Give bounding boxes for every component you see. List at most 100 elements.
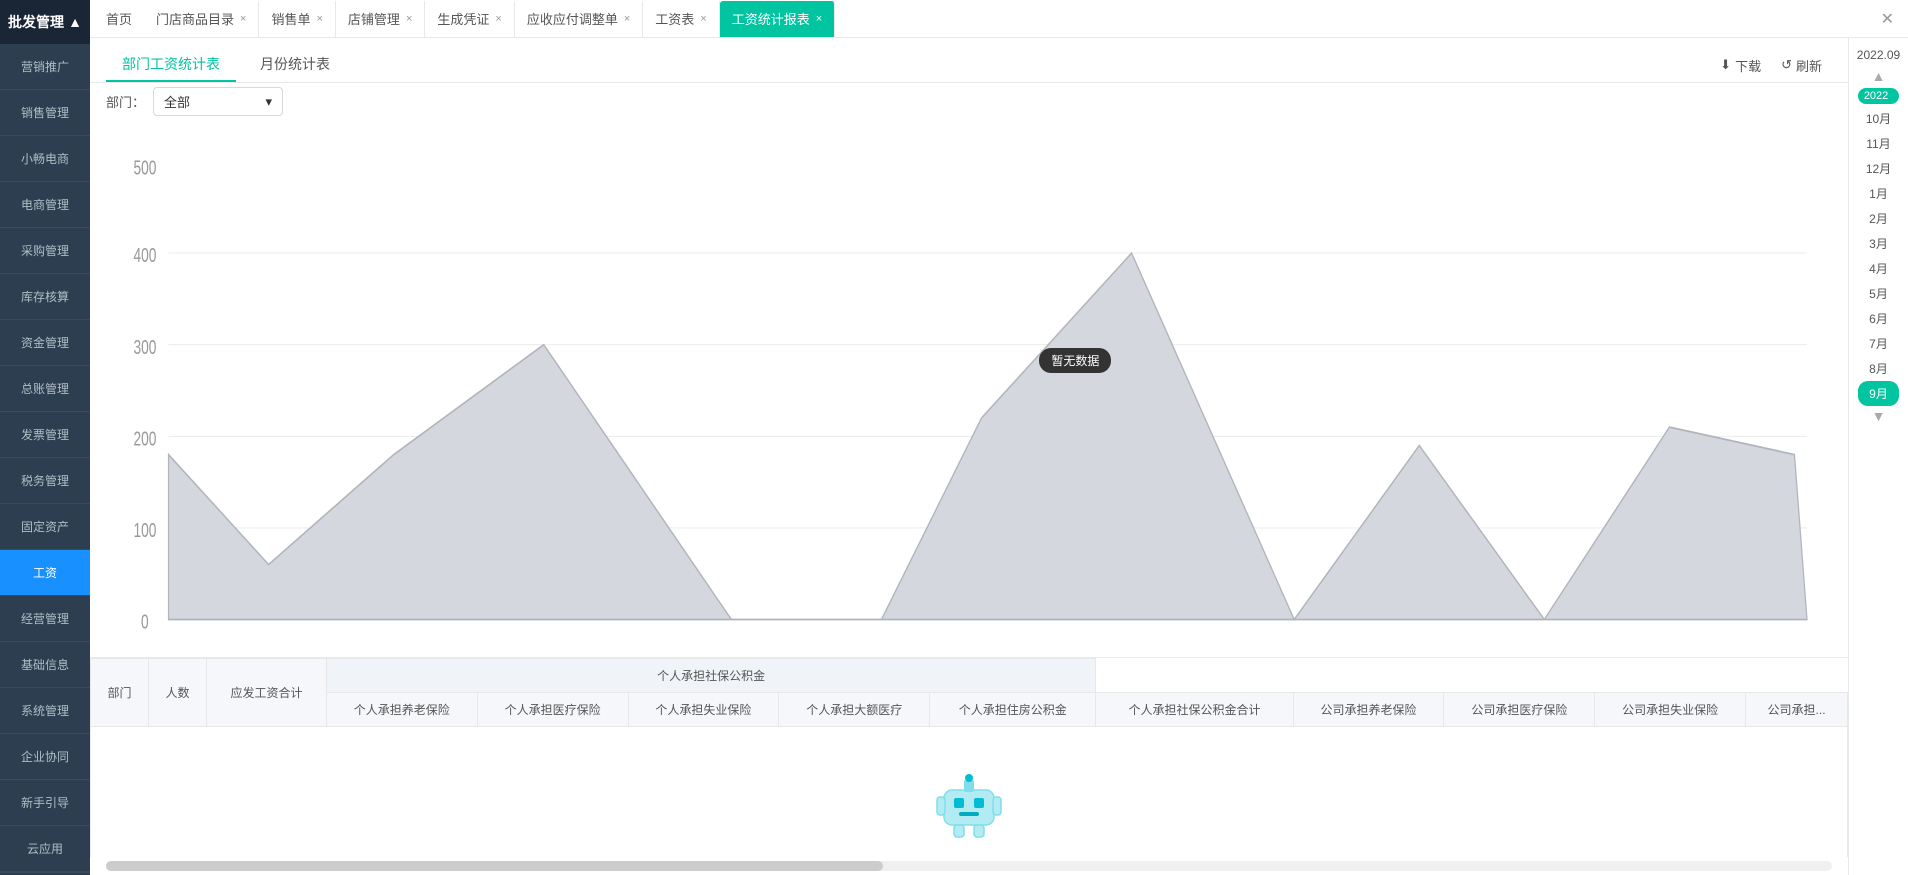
tab-close-icon[interactable]: ×	[240, 13, 246, 25]
tab-应收应付调整单[interactable]: 应收应付调整单×	[515, 1, 643, 37]
tab-店铺管理[interactable]: 店铺管理×	[336, 1, 425, 37]
th-count: 人数	[149, 659, 207, 727]
timeline-month-4月[interactable]: 4月	[1858, 256, 1899, 281]
sidebar-collapse-icon[interactable]: ▲	[68, 14, 82, 30]
tab-工资表[interactable]: 工资表×	[643, 1, 719, 37]
filter-bar: 部门： 全部 ▾	[90, 83, 1848, 124]
th-total: 应发工资合计	[207, 659, 327, 727]
timeline-up-arrow[interactable]: ▲	[1872, 66, 1886, 86]
sidebar-item-发票管理[interactable]: 发票管理	[0, 412, 90, 458]
sub-tabs: 部门工资统计表月份统计表 ⬇ 下载 ↺ 刷新	[90, 38, 1848, 83]
th-dept: 部门	[91, 659, 149, 727]
sidebar-item-基础信息[interactable]: 基础信息	[0, 642, 90, 688]
th-personal-major-medical: 个人承担大额医疗	[779, 693, 930, 727]
svg-text:400: 400	[134, 244, 157, 267]
chevron-down-icon: ▾	[265, 94, 272, 110]
download-button[interactable]: ⬇ 下载	[1710, 52, 1771, 79]
th-company-medical: 公司承担医疗保险	[1444, 693, 1595, 727]
sidebar: 批发管理 ▲ 营销推广销售管理小畅电商电商管理采购管理库存核算资金管理总账管理发…	[0, 0, 90, 875]
refresh-icon: ↺	[1781, 57, 1792, 73]
dept-select-value: 全部	[164, 92, 190, 111]
th-company-unemployment: 公司承担失业保险	[1595, 693, 1746, 727]
timeline-month-12月[interactable]: 12月	[1858, 156, 1899, 181]
filter-dept-label: 部门：	[106, 92, 145, 111]
timeline-month-8月[interactable]: 8月	[1858, 356, 1899, 381]
sidebar-item-税务管理[interactable]: 税务管理	[0, 458, 90, 504]
th-company-more: 公司承担...	[1746, 693, 1848, 727]
tabs-container: 门店商品目录×销售单×店铺管理×生成凭证×应收应付调整单×工资表×工资统计报表×	[144, 1, 835, 37]
tab-close-icon[interactable]: ×	[624, 13, 630, 25]
sidebar-item-电商管理[interactable]: 电商管理	[0, 182, 90, 228]
sidebar-item-新手引导[interactable]: 新手引导	[0, 780, 90, 826]
download-icon: ⬇	[1720, 57, 1731, 73]
sidebar-item-小畅电商[interactable]: 小畅电商	[0, 136, 90, 182]
empty-state: 暂无数据	[101, 735, 1837, 857]
timeline-year-label: 2022.09	[1857, 44, 1900, 66]
timeline-month-2月[interactable]: 2月	[1858, 206, 1899, 231]
th-personal-social: 个人承担社保公积金	[326, 659, 1096, 693]
timeline-month-6月[interactable]: 6月	[1858, 306, 1899, 331]
empty-row: 暂无数据	[91, 727, 1848, 858]
refresh-button[interactable]: ↺ 刷新	[1771, 52, 1832, 79]
th-personal-medical: 个人承担医疗保险	[477, 693, 628, 727]
close-all-button[interactable]: ✕	[1871, 9, 1904, 29]
empty-text: 暂无数据	[945, 855, 993, 857]
download-label: 下载	[1735, 56, 1761, 75]
svg-text:300: 300	[134, 335, 157, 358]
timeline-down-arrow[interactable]: ▼	[1872, 406, 1886, 426]
timeline-month-9月[interactable]: 9月	[1858, 381, 1899, 406]
tab-close-icon[interactable]: ×	[406, 13, 412, 25]
timeline-month-3月[interactable]: 3月	[1858, 231, 1899, 256]
content-area: 部门工资统计表月份统计表 ⬇ 下载 ↺ 刷新 部门： 全部	[90, 38, 1848, 875]
tab-close-icon[interactable]: ×	[816, 13, 822, 25]
th-personal-pension: 个人承担养老保险	[326, 693, 477, 727]
sidebar-item-系统管理[interactable]: 系统管理	[0, 688, 90, 734]
timeline-month-7月[interactable]: 7月	[1858, 331, 1899, 356]
tab-门店商品目录[interactable]: 门店商品目录×	[144, 1, 259, 37]
tab-close-icon[interactable]: ×	[316, 13, 322, 25]
svg-text:100: 100	[134, 518, 157, 541]
data-table-section: 部门 人数 应发工资合计 个人承担社保公积金 个人承担养老保险 个人承担医疗保险…	[90, 657, 1848, 857]
timeline-month-10月[interactable]: 10月	[1858, 106, 1899, 131]
sidebar-item-库存核算[interactable]: 库存核算	[0, 274, 90, 320]
horizontal-scrollbar[interactable]	[106, 861, 1832, 871]
scrollbar-thumb[interactable]	[106, 861, 883, 871]
svg-text:200: 200	[134, 427, 157, 450]
page-content: 部门工资统计表月份统计表 ⬇ 下载 ↺ 刷新 部门： 全部	[90, 38, 1908, 875]
sub-tab-部门工资统计表[interactable]: 部门工资统计表	[106, 48, 236, 82]
sidebar-item-工资[interactable]: 工资	[0, 550, 90, 596]
sub-tabs-container: 部门工资统计表月份统计表	[106, 48, 354, 82]
timeline-months: 2022 10月11月12月1月2月3月4月5月6月7月8月9月	[1858, 86, 1899, 406]
main-area: 首页 门店商品目录×销售单×店铺管理×生成凭证×应收应付调整单×工资表×工资统计…	[90, 0, 1908, 875]
sidebar-item-销售管理[interactable]: 销售管理	[0, 90, 90, 136]
tab-销售单[interactable]: 销售单×	[259, 1, 335, 37]
timeline-year-badge: 2022	[1858, 88, 1899, 104]
empty-robot-icon	[929, 765, 1009, 845]
timeline-month-5月[interactable]: 5月	[1858, 281, 1899, 306]
svg-text:500: 500	[134, 156, 157, 179]
th-company-pension: 公司承担养老保险	[1293, 693, 1444, 727]
timeline-month-1月[interactable]: 1月	[1858, 181, 1899, 206]
sidebar-item-云应用[interactable]: 云应用	[0, 826, 90, 872]
sidebar-item-企业协同[interactable]: 企业协同	[0, 734, 90, 780]
sidebar-item-采购管理[interactable]: 采购管理	[0, 228, 90, 274]
tab-close-icon[interactable]: ×	[700, 13, 706, 25]
refresh-label: 刷新	[1796, 56, 1822, 75]
timeline-panel: 2022.09 ▲ 2022 10月11月12月1月2月3月4月5月6月7月8月9…	[1848, 38, 1908, 875]
tab-close-icon[interactable]: ×	[495, 13, 501, 25]
sub-tab-月份统计表[interactable]: 月份统计表	[244, 48, 346, 82]
th-personal-unemployment: 个人承担失业保险	[628, 693, 779, 727]
sidebar-item-固定资产[interactable]: 固定资产	[0, 504, 90, 550]
sidebar-item-总账管理[interactable]: 总账管理	[0, 366, 90, 412]
tab-工资统计报表[interactable]: 工资统计报表×	[720, 1, 835, 37]
svg-text:0: 0	[141, 610, 149, 633]
timeline-month-11月[interactable]: 11月	[1858, 131, 1899, 156]
salary-table: 部门 人数 应发工资合计 个人承担社保公积金 个人承担养老保险 个人承担医疗保险…	[90, 658, 1848, 857]
tab-生成凭证[interactable]: 生成凭证×	[425, 1, 514, 37]
sidebar-header[interactable]: 批发管理 ▲	[0, 0, 90, 44]
sidebar-item-经营管理[interactable]: 经营管理	[0, 596, 90, 642]
dept-select[interactable]: 全部 ▾	[153, 87, 283, 116]
tab-home[interactable]: 首页	[94, 9, 144, 28]
sidebar-item-资金管理[interactable]: 资金管理	[0, 320, 90, 366]
sidebar-item-营销推广[interactable]: 营销推广	[0, 44, 90, 90]
